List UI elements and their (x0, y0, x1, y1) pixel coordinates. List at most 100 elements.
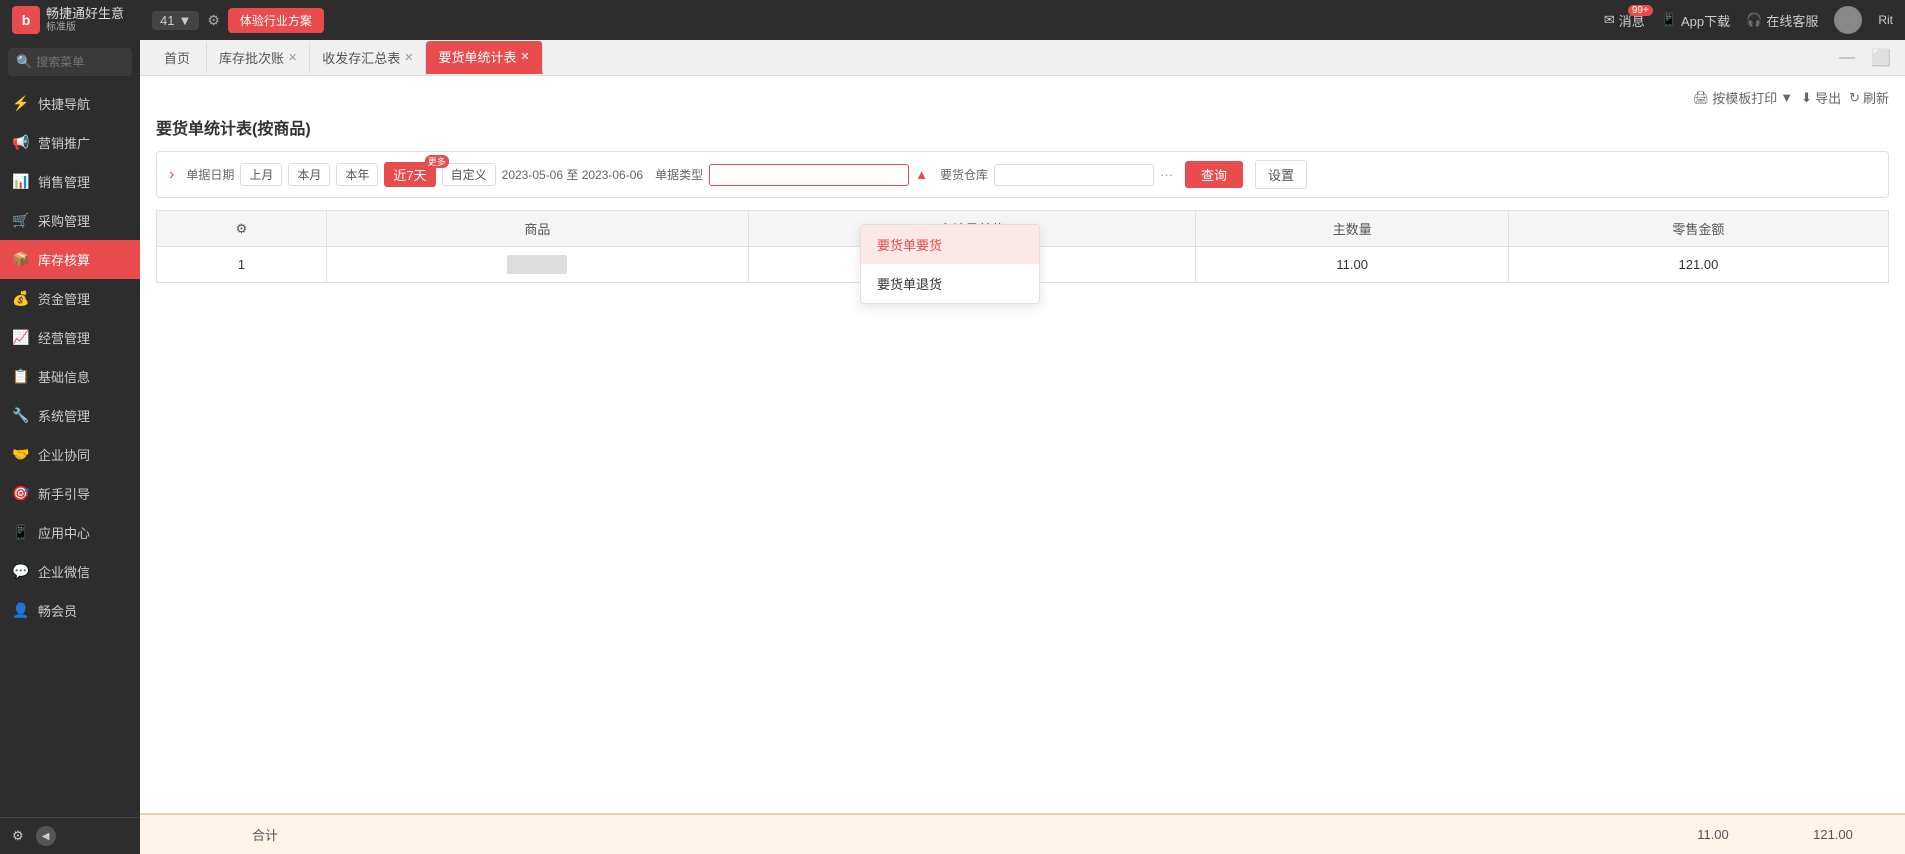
export-btn[interactable]: ⬇ 导出 (1801, 88, 1841, 107)
sidebar-item-member[interactable]: 👤 畅会员 (0, 591, 140, 630)
messages-btn[interactable]: ✉ 消息 99+ (1604, 11, 1645, 30)
print-icon: 🖨 (1693, 90, 1710, 106)
tab-close-inventory-batch[interactable]: ✕ (288, 51, 297, 64)
filter-bar: › 单据日期 上月 本月 本年 近7天 更多 自定义 2023-05-06 至 … (156, 151, 1889, 198)
sidebar-item-enterprise[interactable]: 🤝 企业协同 (0, 435, 140, 474)
date-prev-month-btn[interactable]: 上月 (240, 163, 282, 186)
type-dropdown-popup: 要货单要货 要货单退货 (860, 224, 1040, 304)
warehouse-input[interactable] (994, 164, 1154, 186)
gear-icon[interactable]: ⚙ (207, 12, 220, 29)
sidebar-search[interactable]: 🔍 (8, 48, 132, 76)
filter-type-section: 单据类型 ▲ (655, 164, 928, 186)
user-name: Rit (1878, 13, 1893, 27)
summary-quantity: 11.00 (1653, 827, 1773, 842)
sidebar-item-apps[interactable]: 📱 应用中心 (0, 513, 140, 552)
topbar-center: 41 ▼ ⚙ 体验行业方案 (152, 8, 1604, 33)
marketing-icon: 📢 (12, 134, 30, 151)
type-dropdown-arrow[interactable]: ▲ (915, 167, 928, 182)
date-7days-btn[interactable]: 近7天 更多 (384, 162, 435, 187)
page-title: 要货单统计表(按商品) (156, 115, 1889, 139)
page-content: 🖨 按模板打印 ▼ ⬇ 导出 ↻ 刷新 要货单统计表(按商品) › 单据日 (140, 76, 1905, 813)
sidebar-item-label: 资金管理 (38, 289, 90, 308)
sidebar-item-quick-nav[interactable]: ⚡ 快捷导航 (0, 84, 140, 123)
filter-expand-btn[interactable]: › (169, 166, 174, 184)
sidebar-item-guide[interactable]: 🎯 新手引导 (0, 474, 140, 513)
tab-requisition-stats[interactable]: 要货单统计表 ✕ (426, 41, 542, 74)
tabbar: 首页 库存批次账 ✕ 收发存汇总表 ✕ 要货单统计表 ✕ — ⬜ (140, 40, 1905, 76)
purchase-icon: 🛒 (12, 212, 30, 229)
sidebar-item-sales[interactable]: 📊 销售管理 (0, 162, 140, 201)
date-this-month-btn[interactable]: 本月 (288, 163, 330, 186)
wecom-icon: 💬 (12, 563, 30, 580)
filter-date-section: 单据日期 上月 本月 本年 近7天 更多 自定义 2023-05-06 至 20… (186, 162, 643, 187)
sidebar-item-inventory[interactable]: 📦 库存核算 (0, 240, 140, 279)
inventory-icon: 📦 (12, 251, 30, 268)
date-custom-btn[interactable]: 自定义 (442, 163, 496, 186)
trial-button[interactable]: 体验行业方案 (228, 8, 324, 33)
version-select[interactable]: 41 ▼ (152, 11, 199, 30)
product-blurred: 商品名称 (507, 255, 567, 274)
col-settings[interactable]: ⚙ (157, 211, 327, 247)
settings-button[interactable]: 设置 (1255, 160, 1307, 189)
sidebar-item-marketing[interactable]: 📢 营销推广 (0, 123, 140, 162)
sidebar-settings-icon[interactable]: ⚙ (12, 828, 24, 844)
filter-warehouse-section: 要货仓库 ··· (940, 164, 1173, 186)
sidebar-item-system[interactable]: 🔧 系统管理 (0, 396, 140, 435)
refresh-btn[interactable]: ↻ 刷新 (1849, 88, 1889, 107)
sidebar-item-operation[interactable]: 📈 经营管理 (0, 318, 140, 357)
sidebar-item-label: 企业协同 (38, 445, 90, 464)
sidebar-item-finance[interactable]: 💰 资金管理 (0, 279, 140, 318)
refresh-icon: ↻ (1849, 90, 1860, 106)
member-icon: 👤 (12, 602, 30, 619)
tab-maximize-btn[interactable]: ⬜ (1865, 46, 1897, 70)
basic-icon: 📋 (12, 368, 30, 385)
tab-home[interactable]: 首页 (148, 42, 207, 73)
sidebar-item-label: 新手引导 (38, 484, 90, 503)
sidebar-item-label: 企业微信 (38, 562, 90, 581)
sidebar-item-label: 基础信息 (38, 367, 90, 386)
sidebar-item-label: 采购管理 (38, 211, 90, 230)
summary-amount: 121.00 (1773, 827, 1893, 842)
tab-minimize-btn[interactable]: — (1833, 47, 1861, 69)
sidebar-item-basic[interactable]: 📋 基础信息 (0, 357, 140, 396)
print-btn[interactable]: 🖨 按模板打印 ▼ (1693, 88, 1793, 107)
avatar[interactable] (1834, 6, 1862, 34)
type-input[interactable] (709, 164, 909, 186)
sidebar-search-icon: 🔍 (16, 54, 32, 70)
export-icon: ⬇ (1801, 90, 1812, 106)
query-button[interactable]: 查询 (1185, 161, 1243, 188)
sidebar-item-label: 畅会员 (38, 601, 77, 620)
dropdown-item-requisition-return[interactable]: 要货单退货 (861, 264, 1039, 303)
main-layout: 🔍 ⚡ 快捷导航 📢 营销推广 📊 销售管理 🛒 采购管理 📦 库存核算 💰 资… (0, 40, 1905, 854)
tab-inventory-batch[interactable]: 库存批次账 ✕ (207, 42, 310, 73)
sidebar-search-input[interactable] (36, 55, 116, 69)
guide-icon: 🎯 (12, 485, 30, 502)
date-this-year-btn[interactable]: 本年 (336, 163, 378, 186)
sidebar-item-label: 系统管理 (38, 406, 90, 425)
cell-index: 1 (157, 247, 327, 283)
messages-badge: 99+ (1628, 5, 1653, 16)
tab-close-requisition-stats[interactable]: ✕ (521, 50, 530, 63)
sidebar-item-label: 库存核算 (38, 250, 90, 269)
col-product: 商品 (327, 211, 749, 247)
sidebar-item-label: 快捷导航 (38, 94, 90, 113)
cell-product: 商品名称 (327, 247, 749, 283)
footer-summary: 合计 11.00 121.00 (140, 813, 1905, 854)
sidebar-item-wecom[interactable]: 💬 企业微信 (0, 552, 140, 591)
print-dropdown-icon[interactable]: ▼ (1780, 90, 1793, 105)
date-label: 单据日期 (186, 166, 234, 183)
sidebar-item-label: 经营管理 (38, 328, 90, 347)
tab-receivable-summary[interactable]: 收发存汇总表 ✕ (310, 42, 426, 73)
app-download-btn[interactable]: 📱 App下载 (1661, 11, 1730, 30)
sidebar-collapse-btn[interactable]: ◀ (36, 826, 56, 846)
content-area: 首页 库存批次账 ✕ 收发存汇总表 ✕ 要货单统计表 ✕ — ⬜ (140, 40, 1905, 854)
tabbar-actions: — ⬜ (1833, 46, 1897, 70)
online-service-btn[interactable]: 🎧 在线客服 (1746, 11, 1818, 30)
logo: b 畅捷通好生意 标准版 (12, 6, 152, 34)
tab-close-receivable-summary[interactable]: ✕ (404, 51, 413, 64)
warehouse-more-btn[interactable]: ··· (1160, 167, 1173, 182)
sidebar-item-label: 营销推广 (38, 133, 90, 152)
sidebar-item-purchase[interactable]: 🛒 采购管理 (0, 201, 140, 240)
sales-icon: 📊 (12, 173, 30, 190)
dropdown-item-requisition-order[interactable]: 要货单要货 (861, 225, 1039, 264)
